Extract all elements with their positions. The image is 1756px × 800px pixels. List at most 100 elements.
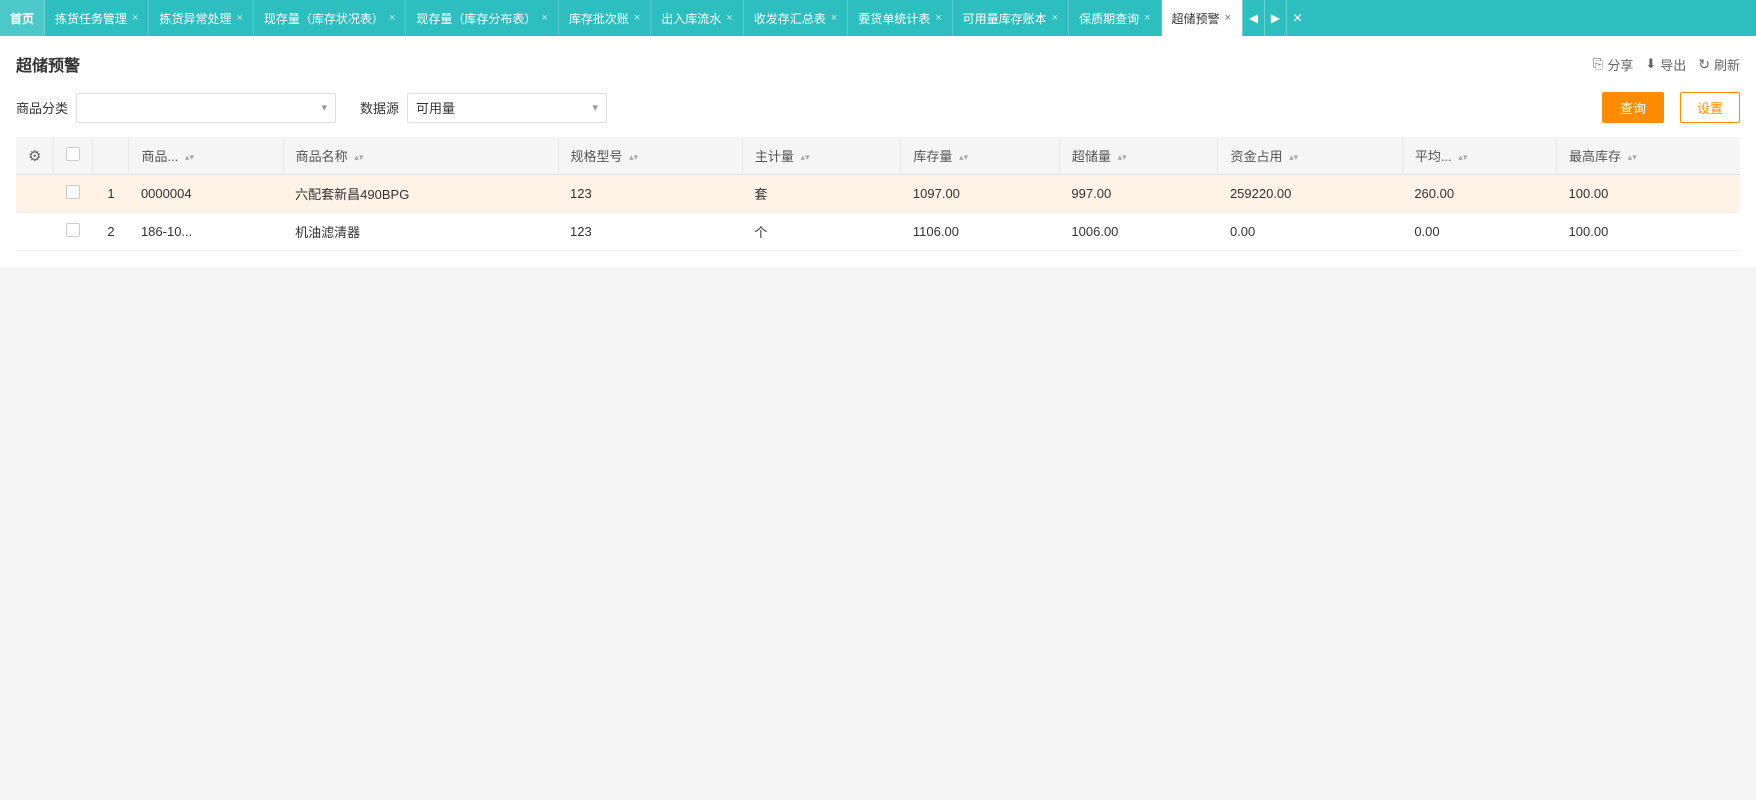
cell-product-code: 0000004: [129, 175, 283, 213]
nav-tab-inout-flow[interactable]: 出入库流水 ×: [651, 0, 743, 36]
nav-tab-close[interactable]: ×: [541, 12, 547, 24]
sort-icon: ▴▾: [1458, 153, 1467, 162]
cell-spec: 123: [558, 175, 742, 213]
header-actions: ⎘ 分享 ⬇ 导出 ↻ 刷新: [1593, 55, 1740, 74]
nav-tab-close[interactable]: ×: [236, 12, 242, 24]
nav-tab-stock-status[interactable]: 现存量（库存状况表） ×: [254, 0, 406, 36]
table-header-row: ⚙ 商品... ▴▾ 商品名称 ▴▾ 规格型号 ▴▾: [16, 137, 1740, 175]
nav-tab-close[interactable]: ×: [726, 12, 732, 24]
query-button[interactable]: 查询: [1602, 92, 1664, 123]
export-action[interactable]: ⬇ 导出: [1645, 55, 1686, 74]
nav-tab-label: 现存量（库存分布表）: [416, 10, 536, 27]
gear-icon[interactable]: ⚙: [28, 148, 41, 165]
nav-tab-recv-summary[interactable]: 收发存汇总表 ×: [744, 0, 848, 36]
select-all-checkbox[interactable]: [66, 147, 80, 161]
nav-tab-close[interactable]: ×: [1052, 12, 1058, 24]
table-row: 2 186-10... 机油滤清器 123 个 1106.00 1006.00 …: [16, 213, 1740, 251]
cell-product-name: 六配套新昌490BPG: [283, 175, 558, 213]
refresh-action[interactable]: ↻ 刷新: [1698, 55, 1740, 74]
share-action[interactable]: ⎘ 分享: [1593, 55, 1633, 74]
row-settings-cell: [16, 213, 54, 251]
chevron-down-icon: ▾: [321, 101, 327, 114]
nav-tab-label: 收发存汇总表: [754, 10, 826, 27]
nav-tab-batch[interactable]: 库存批次账 ×: [559, 0, 651, 36]
data-table: ⚙ 商品... ▴▾ 商品名称 ▴▾ 规格型号 ▴▾: [16, 137, 1740, 251]
col-settings[interactable]: ⚙: [16, 137, 54, 175]
nav-tab-order-stat[interactable]: 要货单统计表 ×: [848, 0, 952, 36]
category-filter: 商品分类 ▾: [16, 93, 336, 123]
nav-tab-close[interactable]: ×: [389, 12, 395, 24]
nav-tab-label: 出入库流水: [661, 10, 721, 27]
page-title: 超储预警: [16, 52, 80, 76]
col-unit[interactable]: 主计量 ▴▾: [742, 137, 901, 175]
col-capital-usage[interactable]: 资金占用 ▴▾: [1218, 137, 1402, 175]
cell-spec: 123: [558, 213, 742, 251]
cell-stock-qty: 1106.00: [901, 213, 1060, 251]
nav-tab-close[interactable]: ×: [132, 12, 138, 24]
buttons-group: 查询 设置: [1602, 92, 1740, 123]
row-checkbox-cell[interactable]: [54, 175, 93, 213]
nav-tab-avail-account[interactable]: 可用量库存账本 ×: [953, 0, 1069, 36]
nav-tab-close[interactable]: ×: [634, 12, 640, 24]
share-label: 分享: [1607, 55, 1633, 74]
nav-tab-abnormal[interactable]: 拣货异常处理 ×: [149, 0, 253, 36]
sort-icon: ▴▾: [959, 153, 968, 162]
nav-tab-close[interactable]: ×: [1225, 12, 1231, 24]
col-overstock-qty[interactable]: 超储量 ▴▾: [1059, 137, 1218, 175]
nav-tab-label: 要货单统计表: [858, 10, 930, 27]
nav-tab-close[interactable]: ×: [1144, 12, 1150, 24]
datasource-filter-label: 数据源: [360, 98, 399, 117]
cell-capital-usage: 0.00: [1218, 213, 1402, 251]
row-checkbox[interactable]: [66, 185, 80, 199]
nav-tab-task-mgmt[interactable]: 拣货任务管理 ×: [45, 0, 149, 36]
cell-avg: 260.00: [1402, 175, 1556, 213]
col-product-code[interactable]: 商品... ▴▾: [129, 137, 283, 175]
cell-overstock-qty: 1006.00: [1059, 213, 1218, 251]
nav-tab-close[interactable]: ×: [935, 12, 941, 24]
nav-close-arrow[interactable]: ✕: [1286, 0, 1308, 36]
category-select[interactable]: ▾: [76, 93, 336, 123]
row-number: 1: [93, 175, 129, 213]
datasource-select[interactable]: 可用量 ▾: [407, 93, 607, 123]
settings-button[interactable]: 设置: [1680, 92, 1740, 123]
sort-icon: ▴▾: [1628, 153, 1637, 162]
chevron-down-icon: ▾: [593, 101, 599, 114]
nav-tab-label: 超储预警: [1172, 10, 1220, 27]
col-checkbox[interactable]: [54, 137, 93, 175]
sort-icon: ▴▾: [354, 153, 363, 162]
col-avg[interactable]: 平均... ▴▾: [1402, 137, 1556, 175]
col-spec[interactable]: 规格型号 ▴▾: [558, 137, 742, 175]
cell-capital-usage: 259220.00: [1218, 175, 1402, 213]
nav-tab-overstock[interactable]: 超储预警 ×: [1162, 0, 1242, 36]
nav-tab-label: 可用量库存账本: [963, 10, 1047, 27]
sort-icon: ▴▾: [185, 153, 194, 162]
nav-prev-arrow[interactable]: ◀: [1242, 0, 1264, 36]
export-icon: ⬇: [1645, 56, 1656, 72]
row-checkbox-cell[interactable]: [54, 213, 93, 251]
sort-icon: ▴▾: [801, 153, 810, 162]
nav-tab-close[interactable]: ×: [831, 12, 837, 24]
nav-tab-stock-dist[interactable]: 现存量（库存分布表） ×: [406, 0, 558, 36]
cell-unit: 套: [742, 175, 901, 213]
nav-tab-label: 现存量（库存状况表）: [264, 10, 384, 27]
col-row-num: [93, 137, 129, 175]
share-icon: ⎘: [1593, 56, 1603, 72]
sort-icon: ▴▾: [629, 153, 638, 162]
nav-tab-quality[interactable]: 保质期查询 ×: [1069, 0, 1161, 36]
cell-avg: 0.00: [1402, 213, 1556, 251]
refresh-label: 刷新: [1714, 55, 1740, 74]
nav-tab-home[interactable]: 首页: [0, 0, 45, 36]
nav-tab-label: 库存批次账: [569, 10, 629, 27]
sort-icon: ▴▾: [1289, 153, 1298, 162]
main-content: 超储预警 ⎘ 分享 ⬇ 导出 ↻ 刷新 商品分类 ▾: [0, 36, 1756, 267]
nav-tab-label: 保质期查询: [1079, 10, 1139, 27]
row-number: 2: [93, 213, 129, 251]
cell-overstock-qty: 997.00: [1059, 175, 1218, 213]
col-product-name[interactable]: 商品名称 ▴▾: [283, 137, 558, 175]
col-stock-qty[interactable]: 库存量 ▴▾: [901, 137, 1060, 175]
nav-next-arrow[interactable]: ▶: [1264, 0, 1286, 36]
cell-stock-qty: 1097.00: [901, 175, 1060, 213]
row-checkbox[interactable]: [66, 223, 80, 237]
datasource-filter: 数据源 可用量 ▾: [360, 93, 607, 123]
col-max-stock[interactable]: 最高库存 ▴▾: [1557, 137, 1740, 175]
